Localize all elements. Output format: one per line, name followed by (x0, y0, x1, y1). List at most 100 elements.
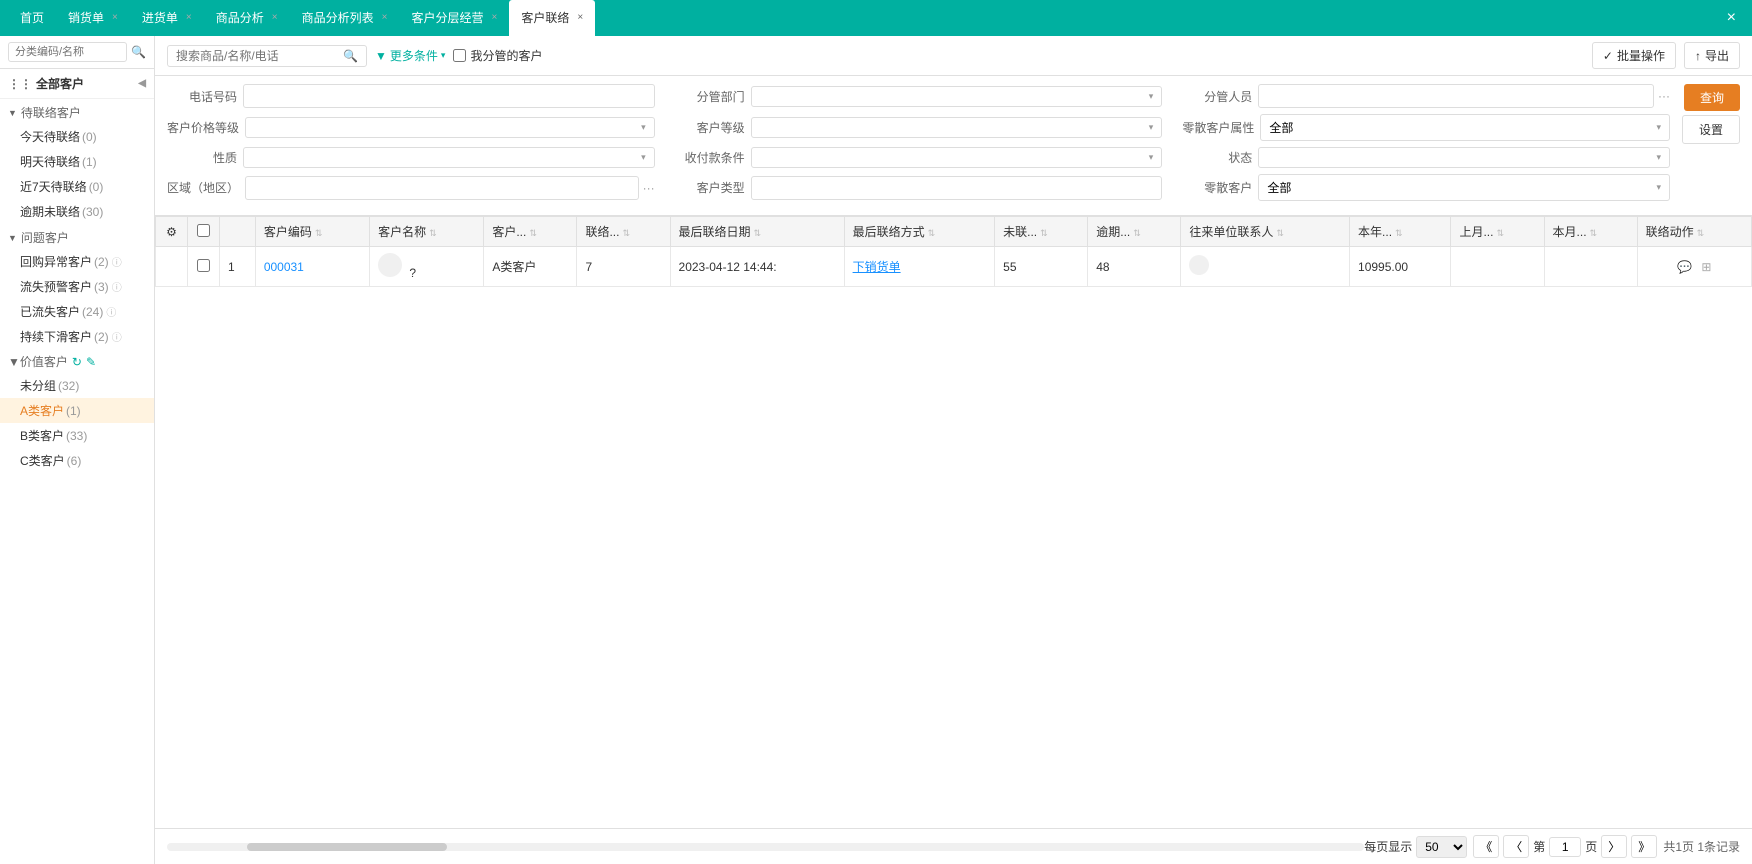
close-icon[interactable]: × (112, 0, 118, 36)
message-icon[interactable]: 💬 (1677, 260, 1692, 274)
table-header-contact[interactable]: 联络...⇅ (577, 217, 670, 247)
close-all-button[interactable]: × (1719, 9, 1744, 27)
nav-purchase-order[interactable]: 进货单 × (130, 0, 204, 36)
payment-select[interactable]: ▾ (751, 147, 1163, 168)
per-page-selector: 每页显示 50 100 200 (1364, 836, 1467, 858)
table-header-this-year[interactable]: 本年...⇅ (1350, 217, 1451, 247)
filter-actions-right: ✓ 批量操作 ↑ 导出 (1592, 42, 1740, 69)
table-header-no-contact[interactable]: 未联...⇅ (995, 217, 1088, 247)
sidebar-item-overdue[interactable]: 逾期未联络(30) (0, 199, 154, 224)
sidebar-group-problem[interactable]: ▼ 问题客户 (0, 224, 154, 249)
row-action[interactable]: 💬 ⊞ (1637, 247, 1751, 287)
person-input[interactable] (1258, 84, 1654, 108)
row-last-method[interactable]: 下销货单 (844, 247, 995, 287)
nav-home[interactable]: 首页 (8, 0, 56, 36)
edit-icon[interactable]: ✎ (86, 355, 96, 369)
select-all-checkbox[interactable] (197, 224, 210, 237)
row-code[interactable]: 000031 (255, 247, 369, 287)
table-header-last-method[interactable]: 最后联络方式⇅ (844, 217, 995, 247)
search-icon[interactable]: 🔍 (343, 49, 358, 63)
nav-product-analysis-list[interactable]: 商品分析列表 × (290, 0, 400, 36)
more-icon[interactable]: ··· (643, 181, 655, 195)
scrollbar-thumb[interactable] (247, 843, 447, 851)
search-icon[interactable]: 🔍 (131, 45, 146, 59)
sidebar-item-declining[interactable]: 持续下滑客户(2)ⓘ (0, 324, 154, 349)
filter-row-1: 电话号码 分管部门 ▾ 分管人员 (167, 84, 1670, 108)
table-header-action[interactable]: 联络动作⇅ (1637, 217, 1751, 247)
table-header-this-month[interactable]: 本月...⇅ (1544, 217, 1637, 247)
search-input[interactable] (176, 49, 343, 63)
last-page-button[interactable]: 》 (1631, 835, 1657, 858)
row-checkbox[interactable] (188, 247, 220, 287)
table-header-settings[interactable]: ⚙ (156, 217, 188, 247)
table-header-unit-contact[interactable]: 往来单位联系人⇅ (1181, 217, 1350, 247)
status-select[interactable]: ▾ (1258, 147, 1670, 168)
phone-input[interactable] (243, 84, 655, 108)
first-page-button[interactable]: 《 (1473, 835, 1499, 858)
prev-page-button[interactable]: 〈 (1503, 835, 1529, 858)
settings-button[interactable]: 设置 (1682, 115, 1740, 144)
sidebar-item-unclassified[interactable]: 未分组(32) (0, 373, 154, 398)
my-customers-checkbox[interactable]: 我分管的客户 (453, 47, 542, 64)
total-records: 共1页 1条记录 (1663, 838, 1740, 855)
more-icon[interactable]: ··· (1658, 89, 1670, 103)
sort-icon: ⇅ (1040, 228, 1048, 238)
row-settings (156, 247, 188, 287)
price-level-select[interactable]: ▾ (245, 117, 655, 138)
sidebar-group-pending[interactable]: ▼ 待联络客户 (0, 99, 154, 124)
sidebar-item-class-c[interactable]: C类客户(6) (0, 448, 154, 473)
close-icon[interactable]: × (272, 0, 278, 36)
export-button[interactable]: ↑ 导出 (1684, 42, 1740, 69)
sidebar-group-value[interactable]: ▼ 价值客户 ↻ ✎ (0, 349, 154, 373)
retail-attr-select[interactable]: 全部 ▾ (1260, 114, 1670, 141)
region-input[interactable] (245, 176, 639, 200)
collapse-icon[interactable]: ◀ (138, 78, 146, 89)
dept-select[interactable]: ▾ (751, 86, 1163, 107)
sidebar-item-class-b[interactable]: B类客户(33) (0, 423, 154, 448)
retail-select[interactable]: 全部 ▾ (1258, 174, 1670, 201)
table-header-level[interactable]: 客户...⇅ (484, 217, 577, 247)
per-page-select[interactable]: 50 100 200 (1416, 836, 1467, 858)
last-method-link[interactable]: 下销货单 (853, 260, 901, 274)
next-page-button[interactable]: 〉 (1601, 835, 1627, 858)
sidebar-search-input[interactable] (8, 42, 127, 62)
customer-level-select[interactable]: ▾ (751, 117, 1163, 138)
sidebar-item-today[interactable]: 今天待联络(0) (0, 124, 154, 149)
table-header-code[interactable]: 客户编码⇅ (255, 217, 369, 247)
phone-label: 电话号码 (167, 88, 237, 105)
sidebar-item-lost[interactable]: 已流失客户(24)ⓘ (0, 299, 154, 324)
nav-sales-order[interactable]: 销货单 × (56, 0, 130, 36)
customer-level-label: 客户等级 (675, 119, 745, 136)
table-header-last-date[interactable]: 最后联络日期⇅ (670, 217, 844, 247)
customer-type-input[interactable] (751, 176, 1163, 200)
top-navigation: 首页 销货单 × 进货单 × 商品分析 × 商品分析列表 × 客户分层经营 × … (0, 0, 1752, 36)
filter-icon: ▼ (375, 49, 387, 63)
batch-operation-button[interactable]: ✓ 批量操作 (1592, 42, 1676, 69)
row-select-checkbox[interactable] (197, 259, 210, 272)
close-icon[interactable]: × (491, 0, 497, 36)
sidebar-item-tomorrow[interactable]: 明天待联络(1) (0, 149, 154, 174)
nav-product-analysis[interactable]: 商品分析 × (204, 0, 290, 36)
all-customers-header[interactable]: ⋮⋮ 全部客户 ◀ (0, 69, 154, 99)
sidebar-item-abnormal[interactable]: 回购异常客户(2)ⓘ (0, 249, 154, 274)
table-header-checkbox[interactable] (188, 217, 220, 247)
close-icon[interactable]: × (577, 0, 583, 36)
table-header-last-month[interactable]: 上月...⇅ (1451, 217, 1544, 247)
nav-customer-contact[interactable]: 客户联络 × (509, 0, 595, 36)
sidebar-item-7days[interactable]: 近7天待联络(0) (0, 174, 154, 199)
table-header-name[interactable]: 客户名称⇅ (370, 217, 484, 247)
sidebar-item-churn-warning[interactable]: 流失预警客户(3)ⓘ (0, 274, 154, 299)
close-icon[interactable]: × (186, 0, 192, 36)
nav-customer-segmentation[interactable]: 客户分层经营 × (399, 0, 509, 36)
close-icon[interactable]: × (382, 0, 388, 36)
refresh-icon[interactable]: ↻ (72, 355, 82, 369)
more-filters-button[interactable]: ▼ 更多条件 ▾ (375, 47, 445, 64)
table-header-overdue[interactable]: 逾期...⇅ (1088, 217, 1181, 247)
page-number-input[interactable] (1549, 837, 1581, 857)
sidebar-item-class-a[interactable]: A类客户(1) (0, 398, 154, 423)
horizontal-scrollbar[interactable] (167, 843, 1364, 851)
my-customers-check[interactable] (453, 49, 466, 62)
nature-select[interactable]: ▾ (243, 147, 655, 168)
qr-icon[interactable]: ⊞ (1701, 260, 1711, 274)
query-button[interactable]: 查询 (1684, 84, 1740, 111)
